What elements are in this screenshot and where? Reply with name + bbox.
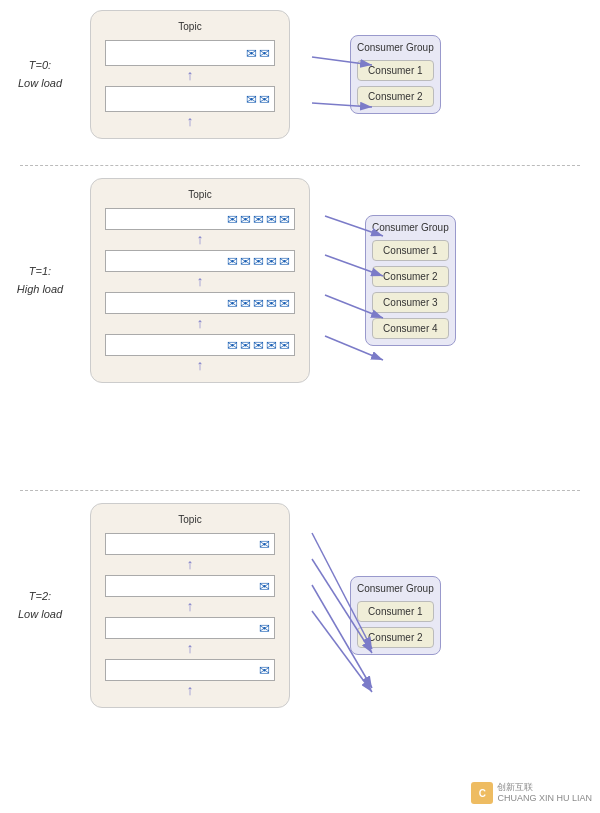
arrow-up: ↑ bbox=[197, 358, 204, 372]
partition-row-t1-3: ✉✉✉✉✉ ↑ bbox=[101, 334, 299, 372]
partition-row-t2-3: ✉ ↑ bbox=[101, 659, 279, 697]
connector-t0 bbox=[290, 35, 350, 115]
consumer-group-label-t0: Consumer Group bbox=[357, 42, 434, 53]
consumer-item-t2-1: Consumer 2 bbox=[357, 627, 434, 648]
consumer-item-0: Consumer 1 bbox=[357, 60, 434, 81]
partition-row-t2-0: ✉ ↑ bbox=[101, 533, 279, 571]
arrow-up: ↑ bbox=[197, 316, 204, 330]
partition-bar-1: ✉ ✉ bbox=[105, 86, 275, 112]
section-t0: T=0: Low load Topic ✉ ✉ ↑ ✉ ✉ ↑ bbox=[0, 10, 600, 139]
topic-label-t0: Topic bbox=[101, 21, 279, 32]
consumer-item-t1-3: Consumer 4 bbox=[372, 318, 449, 339]
partition-row-1: ✉ ✉ ↑ bbox=[101, 86, 279, 128]
partition-row-t2-1: ✉ ↑ bbox=[101, 575, 279, 613]
section-t2-label: T=2: Low load bbox=[0, 588, 80, 623]
divider-2 bbox=[20, 490, 580, 491]
partition-bar-t2-1: ✉ bbox=[105, 575, 275, 597]
partition-row-0: ✉ ✉ ↑ bbox=[101, 40, 279, 82]
envelope: ✉ bbox=[259, 92, 270, 107]
arrow-up: ↑ bbox=[187, 641, 194, 655]
partition-bar-t1-1: ✉✉✉✉✉ bbox=[105, 250, 295, 272]
partition-bar-0: ✉ ✉ bbox=[105, 40, 275, 66]
partition-bar-t2-0: ✉ bbox=[105, 533, 275, 555]
envelope: ✉ bbox=[246, 46, 257, 61]
consumer-group-label-t1: Consumer Group bbox=[372, 222, 449, 233]
partition-row-t1-2: ✉✉✉✉✉ ↑ bbox=[101, 292, 299, 330]
partition-bar-t1-2: ✉✉✉✉✉ bbox=[105, 292, 295, 314]
consumer-item-1: Consumer 2 bbox=[357, 86, 434, 107]
section-t0-label: T=0: Low load bbox=[0, 57, 80, 92]
connector-t1 bbox=[310, 186, 365, 376]
arrow-up: ↑ bbox=[187, 68, 194, 82]
arrow-up: ↑ bbox=[187, 557, 194, 571]
partition-row-t1-0: ✉✉✉✉✉ ↑ bbox=[101, 208, 299, 246]
arrow-up: ↑ bbox=[197, 274, 204, 288]
consumer-item-t1-1: Consumer 2 bbox=[372, 266, 449, 287]
consumer-item-t1-2: Consumer 3 bbox=[372, 292, 449, 313]
arrow-up: ↑ bbox=[197, 232, 204, 246]
section-t1: T=1: High load Topic ✉✉✉✉✉ ↑ ✉✉✉✉✉ ↑ ✉✉✉… bbox=[0, 178, 600, 383]
consumer-item-t2-0: Consumer 1 bbox=[357, 601, 434, 622]
partition-row-t1-1: ✉✉✉✉✉ ↑ bbox=[101, 250, 299, 288]
topic-label-t1: Topic bbox=[101, 189, 299, 200]
watermark-icon: C bbox=[471, 782, 493, 804]
topic-box-t0: Topic ✉ ✉ ↑ ✉ ✉ ↑ bbox=[90, 10, 290, 139]
watermark-text: 创新互联 CHUANG XIN HU LIAN bbox=[497, 782, 592, 805]
envelope: ✉ bbox=[259, 46, 270, 61]
consumer-group-label-t2: Consumer Group bbox=[357, 583, 434, 594]
section-t1-label: T=1: High load bbox=[0, 263, 80, 298]
partition-bar-t2-3: ✉ bbox=[105, 659, 275, 681]
divider-1 bbox=[20, 165, 580, 166]
partition-row-t2-2: ✉ ↑ bbox=[101, 617, 279, 655]
topic-label-t2: Topic bbox=[101, 514, 279, 525]
envelope: ✉ bbox=[246, 92, 257, 107]
arrow-up: ↑ bbox=[187, 114, 194, 128]
partition-bar-t2-2: ✉ bbox=[105, 617, 275, 639]
consumer-group-t1: Consumer Group Consumer 1 Consumer 2 Con… bbox=[365, 215, 456, 346]
topic-box-t2: Topic ✉ ↑ ✉ ↑ ✉ ↑ ✉ bbox=[90, 503, 290, 708]
topic-box-t1: Topic ✉✉✉✉✉ ↑ ✉✉✉✉✉ ↑ ✉✉✉✉✉ ↑ bbox=[90, 178, 310, 383]
consumer-group-t0: Consumer Group Consumer 1 Consumer 2 bbox=[350, 35, 441, 114]
connector-t2 bbox=[290, 506, 350, 706]
arrow-up: ↑ bbox=[187, 683, 194, 697]
watermark: C 创新互联 CHUANG XIN HU LIAN bbox=[471, 782, 592, 805]
consumer-item-t1-0: Consumer 1 bbox=[372, 240, 449, 261]
partition-bar-t1-3: ✉✉✉✉✉ bbox=[105, 334, 295, 356]
arrow-up: ↑ bbox=[187, 599, 194, 613]
consumer-group-t2: Consumer Group Consumer 1 Consumer 2 bbox=[350, 576, 441, 655]
partition-bar-t1-0: ✉✉✉✉✉ bbox=[105, 208, 295, 230]
section-t2: T=2: Low load Topic ✉ ↑ ✉ ↑ ✉ ↑ bbox=[0, 503, 600, 708]
